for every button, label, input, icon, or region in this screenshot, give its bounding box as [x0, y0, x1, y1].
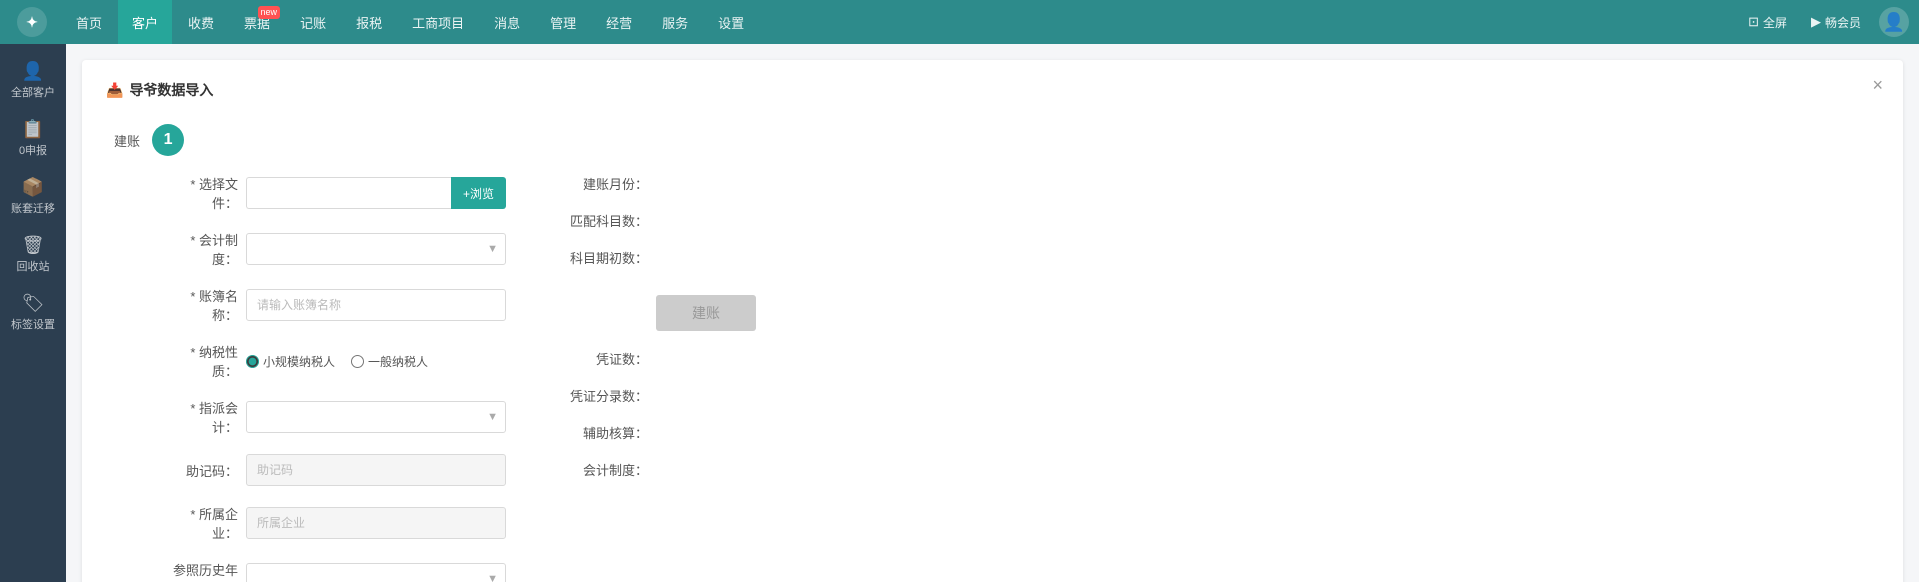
assist-label: 辅助核算： [566, 423, 656, 442]
layout: 👤 全部客户 📋 0申报 📦 账套迁移 🗑 回收站 🏷 标签设置 📥 导爷数据导… [0, 44, 1919, 582]
init-row: 科目期初数： [566, 248, 846, 267]
accounting-select[interactable] [246, 233, 506, 265]
company-label: * 所属企业： [166, 504, 246, 542]
assign-select-wrap: ▼ [246, 401, 506, 433]
nav-item-settings[interactable]: 设置 [704, 0, 758, 44]
ticket-badge: new [258, 6, 281, 19]
voucher-label: 凭证数： [566, 349, 656, 368]
tax-small-input[interactable] [246, 355, 259, 368]
company-row: * 所属企业： [166, 504, 506, 542]
memo-label: 助记码： [166, 461, 246, 480]
sidebar-item-all-customers[interactable]: 👤 全部客户 [0, 54, 66, 108]
history-select[interactable] [246, 563, 506, 582]
nav-right: ⊡ 全屏 ▶ 畅会员 👤 [1742, 7, 1909, 37]
assign-label: * 指派会计： [166, 398, 246, 436]
file-input-group: +浏览 [246, 177, 506, 209]
dialog-title: 导爷数据导入 [129, 80, 213, 100]
accounting-system-label: 会计制度： [566, 460, 656, 479]
ledger-label: * 账簿名称： [166, 286, 246, 324]
ledger-input[interactable] [246, 289, 506, 321]
history-row: 参照历史年度： ▼ [166, 560, 506, 582]
memo-row: 助记码： [166, 454, 506, 486]
vip-button[interactable]: ▶ 畅会员 [1805, 12, 1867, 33]
assist-row: 辅助核算： [566, 423, 846, 442]
tax-radio-group: 小规模纳税人 一般纳税人 [246, 345, 506, 377]
file-label: * 选择文件： [166, 174, 246, 212]
step-circle: 1 [152, 124, 184, 156]
accounting-system-row: 会计制度： [566, 460, 846, 479]
nav-item-fee[interactable]: 收费 [174, 0, 228, 44]
step-prefix-label: 建账 [114, 131, 140, 150]
main-content: 📥 导爷数据导入 × 建账 1 [66, 44, 1919, 582]
nav-item-message[interactable]: 消息 [480, 0, 534, 44]
sidebar-item-recycle[interactable]: 🗑 回收站 [0, 228, 66, 282]
file-input[interactable] [246, 177, 451, 209]
nav-item-ticket[interactable]: 票据 new [230, 0, 284, 44]
tag-settings-icon: 🏷 [22, 294, 45, 312]
assign-row: * 指派会计： ▼ [166, 398, 506, 436]
step-badge: 建账 1 [114, 124, 506, 156]
month-label: 建账月份： [566, 174, 656, 193]
nav-item-tax[interactable]: 报税 [342, 0, 396, 44]
right-form: 建账月份： 匹配科目数： 科目期初数： [566, 124, 846, 582]
dialog-header: 📥 导爷数据导入 [106, 80, 1879, 100]
logo[interactable]: ✦ [10, 0, 54, 44]
match-label: 匹配科目数： [566, 211, 656, 230]
logo-icon: ✦ [17, 7, 47, 37]
nav-item-home[interactable]: 首页 [62, 0, 116, 44]
tax-row: * 纳税性质： 小规模纳税人 一般纳税人 [166, 342, 506, 380]
form-area: 建账 1 * 选择文件： +浏览 [166, 124, 1879, 582]
tax-label: * 纳税性质： [166, 342, 246, 380]
sidebar-item-tag-settings[interactable]: 🏷 标签设置 [0, 286, 66, 340]
zero-declare-icon: 📋 [22, 120, 44, 138]
browse-button[interactable]: +浏览 [451, 177, 506, 209]
nav-item-service[interactable]: 服务 [648, 0, 702, 44]
nav-item-business[interactable]: 工商项目 [398, 0, 478, 44]
account-migrate-icon: 📦 [22, 178, 44, 196]
match-row: 匹配科目数： [566, 211, 846, 230]
month-row: 建账月份： [566, 174, 846, 193]
import-icon: 📥 [106, 82, 123, 99]
init-label: 科目期初数： [566, 248, 656, 267]
file-row: * 选择文件： +浏览 [166, 174, 506, 212]
avatar[interactable]: 👤 [1879, 7, 1909, 37]
assign-select[interactable] [246, 401, 506, 433]
history-select-wrap: ▼ [246, 563, 506, 582]
memo-input[interactable] [246, 454, 506, 486]
nav-item-operation[interactable]: 经营 [592, 0, 646, 44]
history-label: 参照历史年度： [166, 560, 246, 582]
nav-item-customer[interactable]: 客户 [118, 0, 172, 44]
voucher-row: 凭证数： [566, 349, 846, 368]
recycle-icon: 🗑 [22, 236, 45, 254]
nav-items: 首页 客户 收费 票据 new 记账 报税 工商项目 消息 管理 经营 [62, 0, 1742, 44]
sidebar-item-zero-declare[interactable]: 📋 0申报 [0, 112, 66, 166]
voucher-records-label: 凭证分录数： [566, 386, 656, 405]
nav-item-manage[interactable]: 管理 [536, 0, 590, 44]
build-button[interactable]: 建账 [656, 295, 756, 331]
close-button[interactable]: × [1872, 76, 1883, 94]
tax-general-input[interactable] [351, 355, 364, 368]
company-input[interactable] [246, 507, 506, 539]
ledger-row: * 账簿名称： [166, 286, 506, 324]
nav-item-bookkeeping[interactable]: 记账 [286, 0, 340, 44]
sidebar: 👤 全部客户 📋 0申报 📦 账套迁移 🗑 回收站 🏷 标签设置 [0, 44, 66, 582]
tax-small-radio[interactable]: 小规模纳税人 [246, 353, 335, 370]
all-customers-icon: 👤 [22, 62, 44, 80]
import-dialog: 📥 导爷数据导入 × 建账 1 [82, 60, 1903, 582]
accounting-select-wrap: ▼ [246, 233, 506, 265]
top-nav: ✦ 首页 客户 收费 票据 new 记账 报税 工商项目 消息 管理 [0, 0, 1919, 44]
left-form: 建账 1 * 选择文件： +浏览 [166, 124, 506, 582]
voucher-records-row: 凭证分录数： [566, 386, 846, 405]
fullscreen-button[interactable]: ⊡ 全屏 [1742, 12, 1793, 33]
tax-general-radio[interactable]: 一般纳税人 [351, 353, 428, 370]
sidebar-item-account-migrate[interactable]: 📦 账套迁移 [0, 170, 66, 224]
accounting-label: * 会计制度： [166, 230, 246, 268]
accounting-row: * 会计制度： ▼ [166, 230, 506, 268]
